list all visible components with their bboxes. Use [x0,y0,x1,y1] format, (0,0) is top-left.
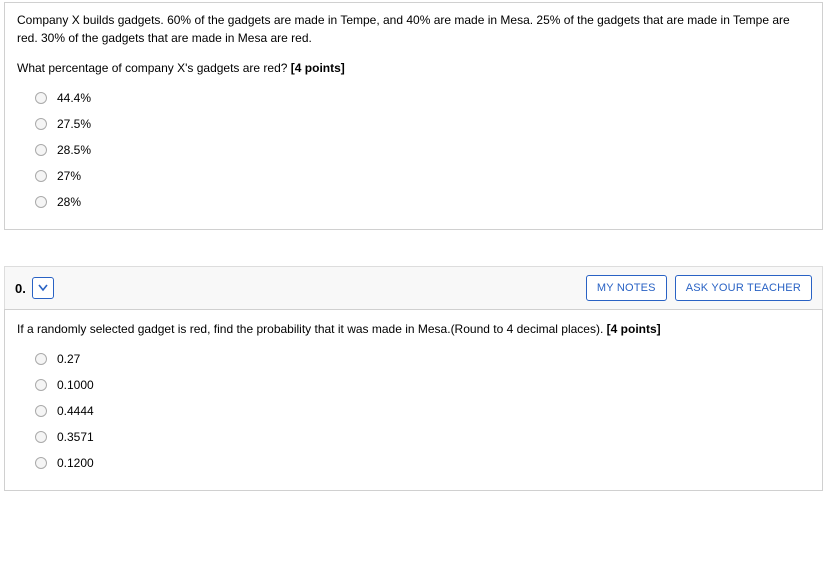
option-label: 28.5% [57,143,91,157]
question-number: 0. [15,281,26,296]
question-1-prompt-row: What percentage of company X's gadgets a… [17,61,810,75]
radio-icon[interactable] [35,92,47,104]
radio-icon[interactable] [35,379,47,391]
option-row[interactable]: 0.1000 [35,378,810,392]
question-1-block: Company X builds gadgets. 60% of the gad… [4,2,823,230]
question-1-context: Company X builds gadgets. 60% of the gad… [17,11,810,47]
radio-icon[interactable] [35,353,47,365]
question-2-prompt-row: If a randomly selected gadget is red, fi… [17,320,810,338]
option-label: 0.1000 [57,378,94,392]
option-row[interactable]: 27% [35,169,810,183]
question-1-options: 44.4% 27.5% 28.5% 27% 28% [17,91,810,209]
option-label: 0.27 [57,352,80,366]
expand-button[interactable] [32,277,54,299]
radio-icon[interactable] [35,118,47,130]
question-2-options: 0.27 0.1000 0.4444 0.3571 0.1200 [17,352,810,470]
option-label: 28% [57,195,81,209]
option-row[interactable]: 0.27 [35,352,810,366]
option-label: 0.4444 [57,404,94,418]
question-1-prompt: What percentage of company X's gadgets a… [17,61,287,75]
question-2-block: If a randomly selected gadget is red, fi… [4,309,823,491]
option-row[interactable]: 28.5% [35,143,810,157]
radio-icon[interactable] [35,431,47,443]
question-header-bar: 0. MY NOTES ASK YOUR TEACHER [4,266,823,309]
question-1-points: [4 points] [291,61,345,75]
option-row[interactable]: 0.1200 [35,456,810,470]
option-label: 27% [57,169,81,183]
option-label: 27.5% [57,117,91,131]
radio-icon[interactable] [35,196,47,208]
option-label: 0.3571 [57,430,94,444]
question-2-points: [4 points] [607,322,661,336]
option-row[interactable]: 0.4444 [35,404,810,418]
ask-teacher-button[interactable]: ASK YOUR TEACHER [675,275,812,301]
radio-icon[interactable] [35,457,47,469]
option-row[interactable]: 44.4% [35,91,810,105]
option-label: 44.4% [57,91,91,105]
radio-icon[interactable] [35,144,47,156]
option-row[interactable]: 27.5% [35,117,810,131]
radio-icon[interactable] [35,170,47,182]
header-left: 0. [15,277,54,299]
radio-icon[interactable] [35,405,47,417]
option-row[interactable]: 0.3571 [35,430,810,444]
option-label: 0.1200 [57,456,94,470]
option-row[interactable]: 28% [35,195,810,209]
header-right: MY NOTES ASK YOUR TEACHER [586,275,812,301]
my-notes-button[interactable]: MY NOTES [586,275,667,301]
chevron-down-icon [38,284,48,292]
question-2-prompt: If a randomly selected gadget is red, fi… [17,322,603,336]
